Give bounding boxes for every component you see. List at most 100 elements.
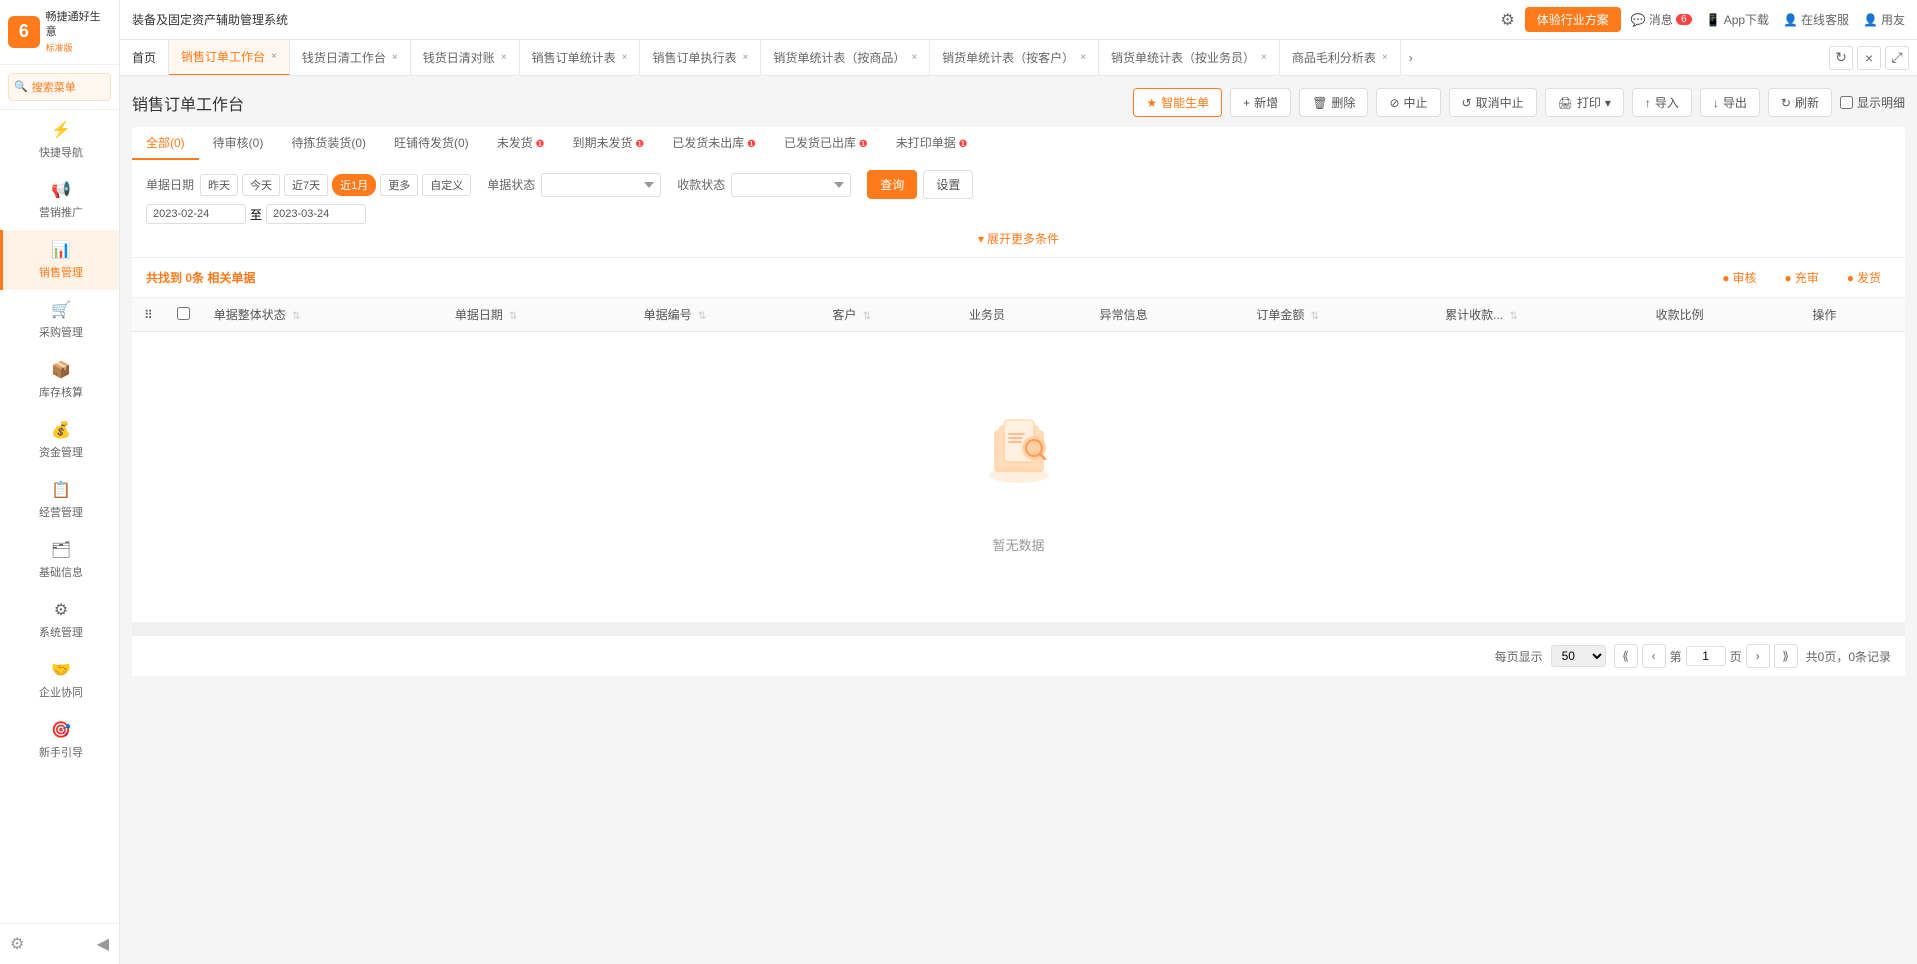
export-button[interactable]: ↓ 导出 (1700, 88, 1760, 117)
tab-sales-workbench[interactable]: 销售订单工作台× (169, 40, 290, 76)
first-page-button[interactable]: ⟪ (1614, 644, 1638, 668)
tab-close-sales-by-product[interactable]: × (911, 52, 917, 63)
sidebar-item-system[interactable]: ⚙系统管理 (0, 590, 119, 650)
date-btn-自定义[interactable]: 自定义 (422, 174, 471, 196)
date-to-input[interactable] (266, 204, 366, 224)
tab-close-sales-exec[interactable]: × (742, 52, 748, 63)
last-page-button[interactable]: ⟫ (1774, 644, 1798, 668)
sidebar-item-sales[interactable]: 📊销售管理 (0, 230, 119, 290)
sidebar-item-label-inventory: 库存核算 (39, 384, 83, 400)
stop-button[interactable]: ⊘ 中止 (1376, 88, 1440, 117)
tab-home[interactable]: 首页 (120, 40, 169, 76)
th-drag: ⠿ (132, 298, 165, 332)
setup-button[interactable]: 设置 (923, 170, 973, 199)
th-amount[interactable]: 订单金额 ⇅ (1244, 298, 1433, 332)
refresh-button[interactable]: ↻ 刷新 (1768, 88, 1832, 117)
date-btn-近7天[interactable]: 近7天 (284, 174, 328, 196)
th-salesperson: 业务员 (957, 298, 1088, 332)
tab-close-cash-reconcile[interactable]: × (501, 52, 507, 63)
sidebar-item-finance[interactable]: 💰资金管理 (0, 410, 119, 470)
message-button[interactable]: 💬 消息 6 (1631, 11, 1692, 28)
tab-close-sales-stats[interactable]: × (622, 52, 628, 63)
select-all-checkbox[interactable] (177, 307, 190, 320)
page-number-input[interactable] (1686, 646, 1726, 666)
tab-close-sales-by-customer[interactable]: × (1080, 52, 1086, 63)
tab-sales-stats[interactable]: 销售订单统计表× (520, 40, 641, 76)
add-button[interactable]: + 新增 (1230, 88, 1291, 117)
settings-bottom-icon[interactable]: ⚙ (10, 934, 24, 954)
smart-create-button[interactable]: ★ 智能生单 (1133, 88, 1222, 117)
filter-tab-overdue-ship[interactable]: 到期未发货 ❶ (558, 127, 658, 160)
review-button[interactable]: ● 审核 (1712, 265, 1766, 290)
date-btn-近1月[interactable]: 近1月 (332, 174, 376, 196)
tab-cash-reconcile[interactable]: 钱货日清对账× (411, 40, 520, 76)
app-download-button[interactable]: 📱 App下载 (1706, 11, 1769, 28)
date-btn-今天[interactable]: 今天 (242, 174, 280, 196)
date-btn-更多[interactable]: 更多 (380, 174, 418, 196)
sidebar-item-purchase[interactable]: 🛒采购管理 (0, 290, 119, 350)
table-body: 暂无数据 (132, 332, 1905, 623)
industry-solution-button[interactable]: 体验行业方案 (1525, 7, 1621, 32)
sidebar-item-inventory[interactable]: 📦库存核算 (0, 350, 119, 410)
sidebar-item-basic[interactable]: 🗂基础信息 (0, 530, 119, 590)
tab-sales-by-customer[interactable]: 销货单统计表（按客户）× (930, 40, 1099, 76)
sidebar-item-marketing[interactable]: 📢营销推广 (0, 170, 119, 230)
unreviewed-button[interactable]: ● 充审 (1774, 265, 1828, 290)
filter-tab-label-not-shipped: 未发货 ❶ (497, 136, 545, 150)
filter-tab-all[interactable]: 全部(0) (132, 127, 199, 160)
filter-tab-shipped-out[interactable]: 已发货已出库 ❶ (770, 127, 882, 160)
collapse-icon[interactable]: ◀ (97, 934, 109, 954)
filter-tab-label-not-printed: 未打印单据 ❶ (896, 136, 968, 150)
prev-page-button[interactable]: ‹ (1642, 644, 1666, 668)
th-collected[interactable]: 累计收款... ⇅ (1433, 298, 1644, 332)
sidebar-search-button[interactable]: 🔍 搜索菜单 (8, 73, 111, 101)
th-number[interactable]: 单据编号 ⇅ (632, 298, 821, 332)
filter-tab-shipped-not-out[interactable]: 已发货未出库 ❶ (658, 127, 770, 160)
date-btn-昨天[interactable]: 昨天 (200, 174, 238, 196)
filter-tab-not-printed[interactable]: 未打印单据 ❶ (882, 127, 982, 160)
tab-sales-by-staff[interactable]: 销货单统计表（按业务员）× (1099, 40, 1280, 76)
th-checkbox[interactable] (165, 298, 202, 332)
tab-maximize-button[interactable]: ⤢ (1885, 46, 1909, 70)
th-date[interactable]: 单据日期 ⇅ (443, 298, 632, 332)
page-size-select[interactable]: 50 20 100 (1551, 645, 1606, 667)
payment-select[interactable] (731, 173, 851, 197)
tab-close-sales-workbench[interactable]: × (271, 51, 277, 62)
filter-tab-not-shipped[interactable]: 未发货 ❶ (483, 127, 559, 160)
filter-tab-pending-review[interactable]: 待审核(0) (199, 127, 278, 160)
tab-close-all-button[interactable]: × (1857, 46, 1881, 70)
query-button[interactable]: 查询 (867, 170, 917, 199)
sidebar-item-enterprise[interactable]: 🤝企业协同 (0, 650, 119, 710)
tab-close-gross-margin[interactable]: × (1382, 52, 1388, 63)
sidebar-item-guide[interactable]: 🎯新手引导 (0, 710, 119, 770)
header-settings-icon[interactable]: ⚙ (1500, 10, 1514, 30)
th-status[interactable]: 单据整体状态 ⇅ (202, 298, 443, 332)
show-detail-checkbox[interactable] (1840, 96, 1853, 109)
sidebar-item-operations[interactable]: 📋经营管理 (0, 470, 119, 530)
status-select[interactable] (541, 173, 661, 197)
cancel-stop-button[interactable]: ↺ 取消中止 (1449, 88, 1537, 117)
tab-sales-by-product[interactable]: 销货单统计表（按商品）× (761, 40, 930, 76)
tab-sales-exec[interactable]: 销售订单执行表× (640, 40, 761, 76)
tab-gross-margin[interactable]: 商品毛利分析表× (1280, 40, 1401, 76)
delete-button[interactable]: 🗑 删除 (1299, 88, 1368, 117)
tab-cash-daily[interactable]: 钱货日清工作台× (290, 40, 411, 76)
tab-close-sales-by-staff[interactable]: × (1261, 52, 1267, 63)
tab-close-cash-daily[interactable]: × (392, 52, 398, 63)
filter-tab-wangpu-pending[interactable]: 旺铺待发货(0) (380, 127, 483, 160)
filter-tab-pending-inspection[interactable]: 待拣货装货(0) (277, 127, 380, 160)
user-button[interactable]: 👤 用友 (1863, 11, 1905, 28)
th-action: 操作 (1800, 298, 1905, 332)
horizontal-scrollbar[interactable] (132, 623, 1905, 635)
next-page-button[interactable]: › (1746, 644, 1770, 668)
online-service-button[interactable]: 👤 在线客服 (1783, 11, 1849, 28)
sidebar-item-quick-nav[interactable]: ⚡快捷导航 (0, 110, 119, 170)
date-from-input[interactable] (146, 204, 246, 224)
th-customer[interactable]: 客户 ⇅ (820, 298, 957, 332)
import-button[interactable]: ↑ 导入 (1632, 88, 1692, 117)
ship-button[interactable]: ● 发货 (1837, 265, 1891, 290)
tab-more-button[interactable]: › (1401, 40, 1421, 76)
tab-refresh-button[interactable]: ↻ (1829, 46, 1853, 70)
expand-conditions-button[interactable]: ▾ 展开更多条件 (978, 230, 1059, 247)
print-button[interactable]: 🖨 打印 ▾ (1545, 88, 1624, 117)
